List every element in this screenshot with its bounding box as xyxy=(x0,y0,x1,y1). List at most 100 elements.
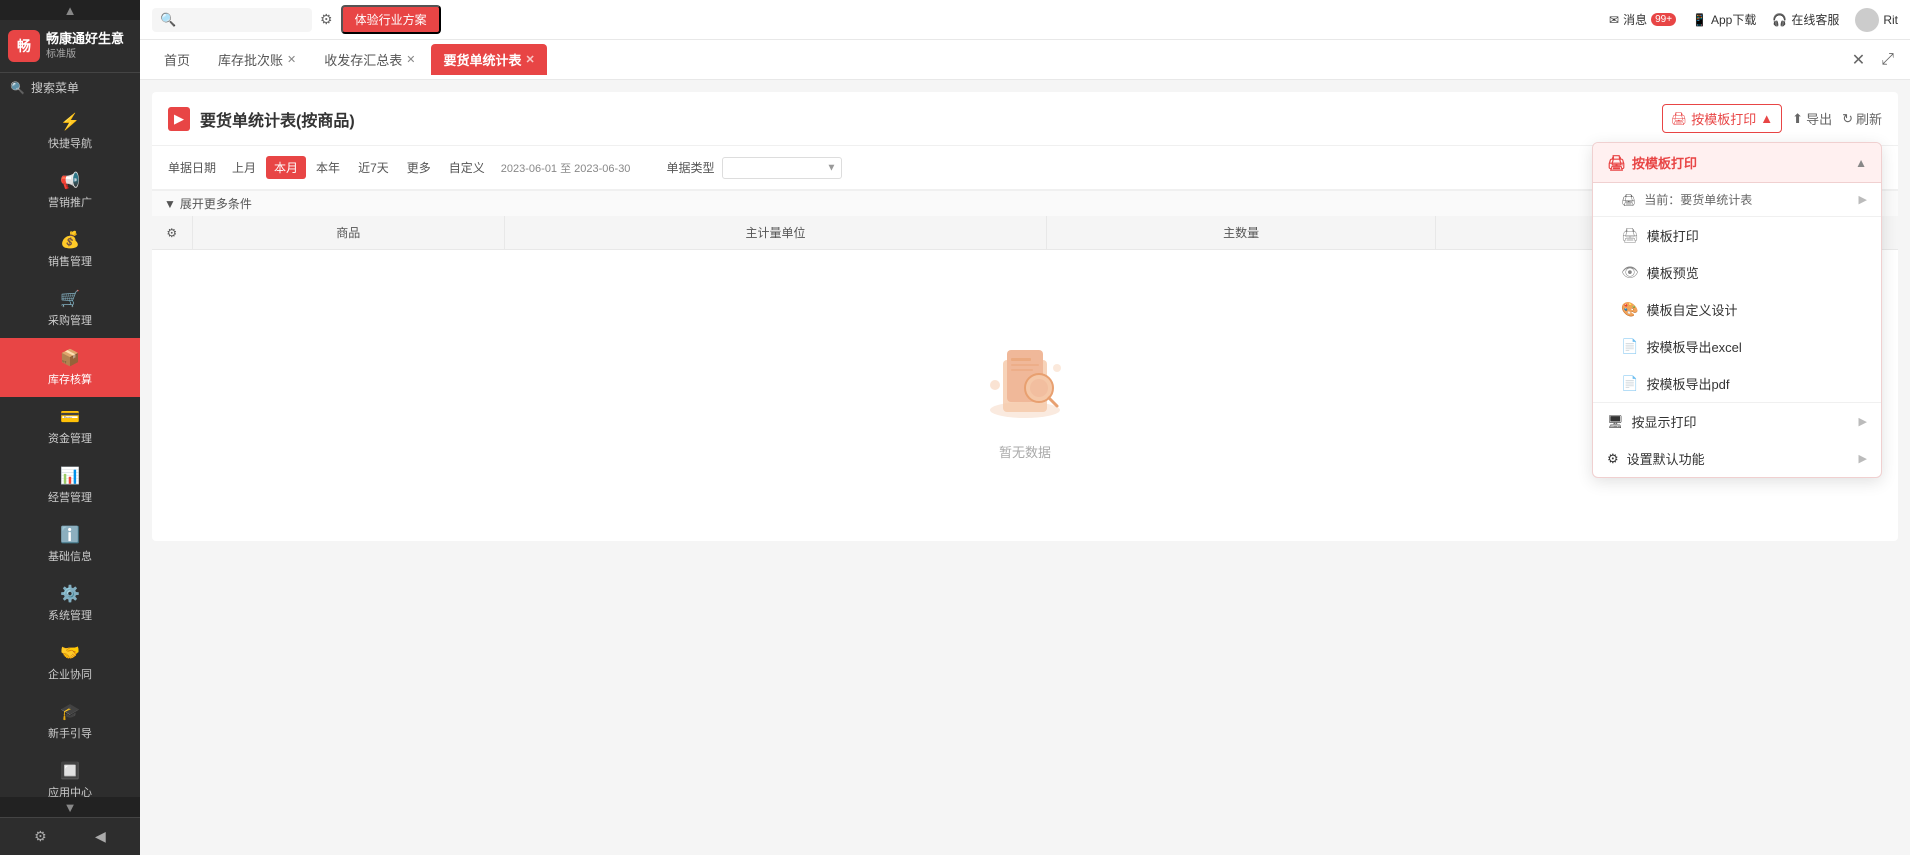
topbar-search-icon: 🔍 xyxy=(160,12,176,28)
sidebar-item-system[interactable]: ⚙️ 系统管理 xyxy=(0,574,140,633)
online-service-item[interactable]: 🎧 在线客服 xyxy=(1772,11,1839,28)
template-design-label: 模板自定义设计 xyxy=(1646,300,1737,319)
tab-maximize-icon[interactable]: ⤢ xyxy=(1877,47,1898,73)
sidebar-search[interactable]: 🔍 搜索菜单 xyxy=(0,73,140,102)
date-btn-more[interactable]: 更多 xyxy=(399,156,439,179)
template-preview-label: 模板预览 xyxy=(1647,263,1699,282)
dropdown-title: 按模板打印 xyxy=(1632,153,1697,172)
sidebar-item-quick-nav[interactable]: ⚡ 快捷导航 xyxy=(0,102,140,161)
export-pdf-icon: 📄 xyxy=(1621,375,1638,392)
sidebar-item-operation[interactable]: 📊 经营管理 xyxy=(0,456,140,515)
user-item[interactable]: Rit xyxy=(1855,8,1898,32)
template-print-icon: 🖨 xyxy=(1621,227,1639,244)
sidebar-item-finance[interactable]: 💳 资金管理 xyxy=(0,397,140,456)
filter-type-select-wrapper: ▼ xyxy=(722,157,842,179)
sidebar-footer: ⚙ ◀ xyxy=(0,817,140,855)
sidebar-item-label: 新手引导 xyxy=(48,725,92,741)
tabs-right: ✕ ⤢ xyxy=(1848,46,1898,74)
filter-type-select[interactable] xyxy=(722,157,842,179)
sidebar-item-label: 基础信息 xyxy=(48,548,92,564)
sidebar-nav: ⚡ 快捷导航 📢 营销推广 💰 销售管理 🛒 采购管理 📦 库存核算 💳 资金管… xyxy=(0,102,140,797)
dropdown-printer-icon: 🖨 xyxy=(1607,154,1626,172)
expand-filter-button[interactable]: ▶ xyxy=(168,107,190,131)
tab-requisition-stats-close[interactable]: ✕ xyxy=(526,53,535,66)
topbar: 🔍 ⚙ 体验行业方案 ✉ 消息 99+ 📱 App下载 🎧 在线客服 Rit xyxy=(140,0,1910,40)
th-unit: 主计量单位 xyxy=(505,216,1047,250)
sidebar-logo-icon: 畅 xyxy=(8,30,40,62)
topbar-search-input[interactable] xyxy=(180,13,304,27)
dropdown-collapse-icon[interactable]: ▲ xyxy=(1855,156,1867,170)
page-card: ▶ 要货单统计表(按商品) 🖨 按模板打印 ▲ ⬆ 导出 ↻ 刷 xyxy=(152,92,1898,541)
operation-icon: 📊 xyxy=(60,466,80,486)
date-btn-custom[interactable]: 自定义 xyxy=(441,156,493,179)
tab-receipt-summary[interactable]: 收发存汇总表 ✕ xyxy=(312,44,427,75)
quick-nav-icon: ⚡ xyxy=(60,112,80,132)
online-service-label: 在线客服 xyxy=(1791,11,1839,28)
current-label: 🖨 xyxy=(1621,193,1636,207)
sidebar-scroll-down[interactable]: ▼ xyxy=(0,797,140,817)
th-gear[interactable]: ⚙ xyxy=(152,216,192,250)
date-btn-this-year[interactable]: 本年 xyxy=(308,156,348,179)
sidebar-logo-text: 畅康通好生意 标准版 xyxy=(46,31,124,61)
search-icon: 🔍 xyxy=(10,81,25,95)
th-product: 商品 xyxy=(192,216,505,250)
export-excel-label: 按模板导出excel xyxy=(1646,337,1741,356)
sidebar-item-label: 资金管理 xyxy=(48,430,92,446)
current-template-item[interactable]: 🖨 当前：要货单统计表 ▶ xyxy=(1593,183,1881,216)
dropdown-item-template-preview[interactable]: 👁 模板预览 xyxy=(1593,254,1881,291)
dropdown-item-template-design[interactable]: 🎨 模板自定义设计 xyxy=(1593,291,1881,328)
tab-requisition-stats[interactable]: 要货单统计表 ✕ xyxy=(431,44,546,75)
sidebar-item-newbie[interactable]: 🎓 新手引导 xyxy=(0,692,140,751)
date-btn-last-month[interactable]: 上月 xyxy=(224,156,264,179)
collapse-icon[interactable]: ◀ xyxy=(95,828,106,845)
app-download-item[interactable]: 📱 App下载 xyxy=(1692,11,1756,28)
dropdown-item-export-pdf[interactable]: 📄 按模板导出pdf xyxy=(1593,365,1881,402)
sidebar-item-collab[interactable]: 🤝 企业协同 xyxy=(0,633,140,692)
sidebar-item-basic[interactable]: ℹ️ 基础信息 xyxy=(0,515,140,574)
current-template-label: 当前：要货单统计表 xyxy=(1644,191,1858,208)
tab-receipt-summary-close[interactable]: ✕ xyxy=(406,53,415,66)
main-content: 🔍 ⚙ 体验行业方案 ✉ 消息 99+ 📱 App下载 🎧 在线客服 Rit xyxy=(140,0,1910,855)
refresh-button[interactable]: ↻ 刷新 xyxy=(1842,109,1882,128)
settings-icon[interactable]: ⚙ xyxy=(34,828,47,845)
trial-button[interactable]: 体验行业方案 xyxy=(341,5,441,34)
messages-item[interactable]: ✉ 消息 99+ xyxy=(1609,11,1676,28)
purchase-icon: 🛒 xyxy=(60,289,80,309)
date-btn-7days[interactable]: 近7天 xyxy=(350,156,397,179)
page-header-actions: 🖨 按模板打印 ▲ ⬆ 导出 ↻ 刷新 xyxy=(1662,104,1882,133)
marketing-icon: 📢 xyxy=(60,171,80,191)
expand-more-icon: ▼ xyxy=(164,197,176,211)
phone-icon: 📱 xyxy=(1692,13,1707,27)
finance-icon: 💳 xyxy=(60,407,80,427)
sidebar-item-inventory[interactable]: 📦 库存核算 xyxy=(0,338,140,397)
template-print-label: 按模板打印 xyxy=(1691,109,1756,128)
tab-inventory-batch[interactable]: 库存批次账 ✕ xyxy=(206,44,308,75)
tabs-bar: 首页 库存批次账 ✕ 收发存汇总表 ✕ 要货单统计表 ✕ ✕ ⤢ xyxy=(140,40,1910,80)
message-icon: ✉ xyxy=(1609,13,1619,27)
dropdown-item-export-excel[interactable]: 📄 按模板导出excel xyxy=(1593,328,1881,365)
date-btn-this-month[interactable]: 本月 xyxy=(266,156,306,179)
sidebar-item-marketing[interactable]: 📢 营销推广 xyxy=(0,161,140,220)
template-print-dropdown: 🖨 按模板打印 ▲ 🖨 当前：要货单统计表 ▶ 🖨 模板打印 👁 xyxy=(1592,142,1882,478)
dropdown-item-set-default[interactable]: ⚙ 设置默认功能 ▶ xyxy=(1593,440,1881,477)
tab-inventory-batch-close[interactable]: ✕ xyxy=(287,53,296,66)
sidebar-item-sales[interactable]: 💰 销售管理 xyxy=(0,220,140,279)
sidebar-item-label: 库存核算 xyxy=(48,371,92,387)
template-print-button[interactable]: 🖨 按模板打印 ▲ xyxy=(1662,104,1782,133)
topbar-search-box[interactable]: 🔍 xyxy=(152,8,312,32)
export-button[interactable]: ⬆ 导出 xyxy=(1792,109,1832,128)
tab-home[interactable]: 首页 xyxy=(152,44,202,75)
sidebar-item-purchase[interactable]: 🛒 采购管理 xyxy=(0,279,140,338)
template-preview-icon: 👁 xyxy=(1621,264,1639,281)
tab-close-all-icon[interactable]: ✕ xyxy=(1848,46,1869,74)
sidebar-item-appstore[interactable]: 🔲 应用中心 xyxy=(0,751,140,797)
topbar-gear-icon[interactable]: ⚙ xyxy=(320,11,333,28)
tab-receipt-summary-label: 收发存汇总表 xyxy=(324,50,402,69)
filter-type-label: 单据类型 xyxy=(666,159,714,176)
user-name: Rit xyxy=(1883,13,1898,27)
sidebar-scroll-up[interactable]: ▲ xyxy=(0,0,140,20)
dropdown-item-display-print[interactable]: 🖥 按显示打印 ▶ xyxy=(1593,403,1881,440)
dropdown-item-template-print[interactable]: 🖨 模板打印 xyxy=(1593,217,1881,254)
date-label: 单据日期 xyxy=(168,159,216,176)
dropdown-header: 🖨 按模板打印 ▲ xyxy=(1593,143,1881,183)
